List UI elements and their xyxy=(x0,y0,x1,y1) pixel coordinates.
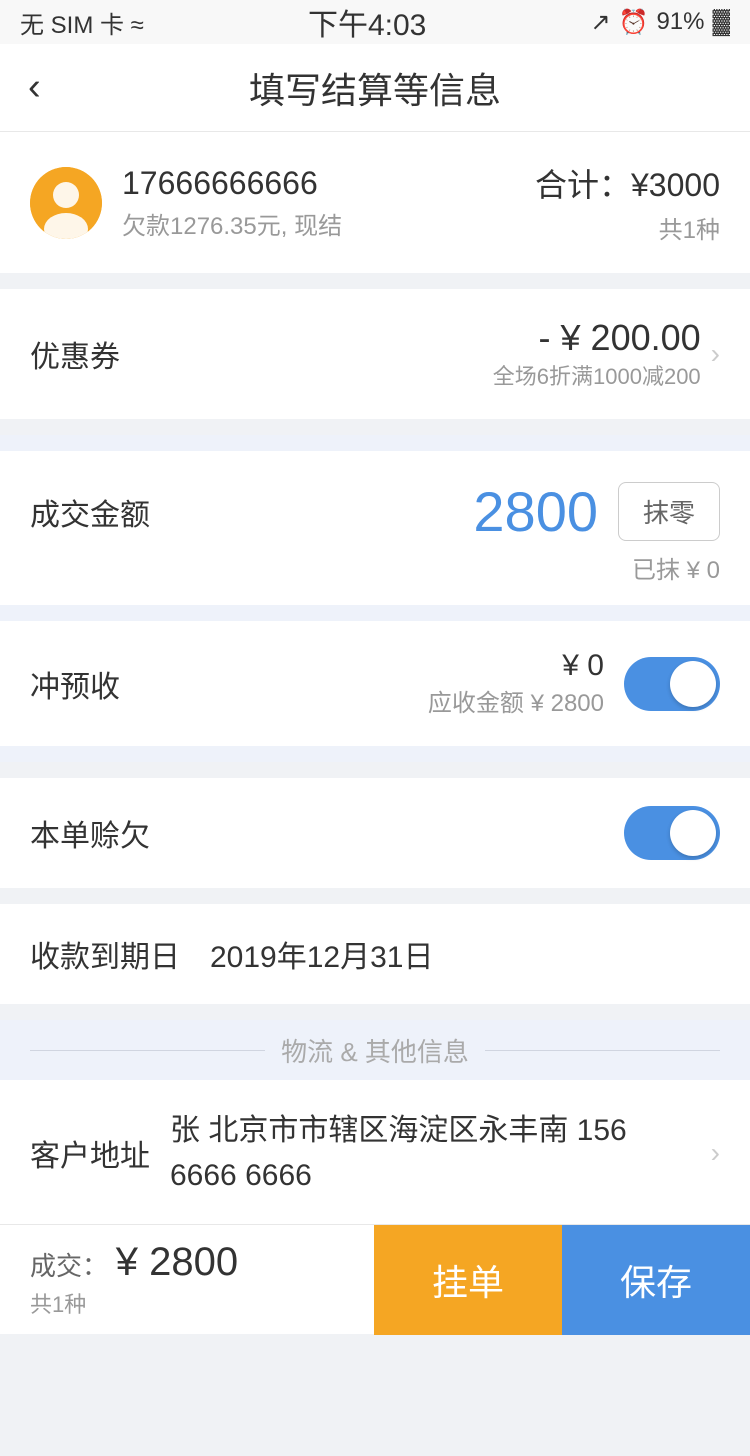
status-bar: 无 SIM 卡 ≈ 下午4:03 ↗ ⏰ 91% ▓ xyxy=(0,0,750,44)
deal-row: 成交金额 2800 抹零 xyxy=(30,479,720,544)
hang-button[interactable]: 挂单 xyxy=(374,1225,562,1335)
address-label: 客户地址 xyxy=(30,1131,150,1175)
precollect-amount: ¥ 0 xyxy=(428,649,604,683)
deal-label: 成交金额 xyxy=(30,490,150,534)
section-divider: 物流 & 其他信息 xyxy=(0,1020,750,1080)
avatar xyxy=(30,167,102,239)
customer-sub: 欠款1276.35元, 现结 xyxy=(122,206,342,241)
customer-left: 17666666666 欠款1276.35元, 现结 xyxy=(30,165,342,241)
coupon-row[interactable]: 优惠券 - ¥ 200.00 全场6折满1000减200 › xyxy=(0,289,750,419)
section-divider-text: 物流 & 其他信息 xyxy=(265,1032,485,1069)
precollect-section: 冲预收 ¥ 0 应收金额 ¥ 2800 xyxy=(0,621,750,746)
status-time: 下午4:03 xyxy=(308,0,426,44)
alarm-icon: ⏰ xyxy=(619,8,649,37)
precollect-row: 冲预收 ¥ 0 应收金额 ¥ 2800 xyxy=(30,649,720,718)
round-button[interactable]: 抹零 xyxy=(618,482,720,541)
chevron-right-icon: › xyxy=(711,338,720,370)
precollect-amount-row: ¥ 0 应收金额 ¥ 2800 xyxy=(428,649,720,718)
customer-phone: 17666666666 xyxy=(122,165,342,202)
duedate-value: 2019年12月31日 xyxy=(210,932,433,976)
back-button[interactable]: ‹ xyxy=(28,66,41,109)
deal-sub: 已抹 ¥ 0 xyxy=(30,550,720,585)
debt-row: 本单赊欠 xyxy=(30,806,720,860)
duedate-row: 收款到期日 2019年12月31日 xyxy=(30,932,720,976)
debt-section: 本单赊欠 xyxy=(0,778,750,888)
duedate-label: 收款到期日 xyxy=(30,932,180,976)
sim-status: 无 SIM 卡 ≈ xyxy=(20,5,144,40)
status-right: ↗ ⏰ 91% ▓ xyxy=(590,8,730,37)
deal-section: 成交金额 2800 抹零 已抹 ¥ 0 xyxy=(0,451,750,605)
debt-label: 本单赊欠 xyxy=(30,811,150,855)
precollect-right: ¥ 0 应收金额 ¥ 2800 xyxy=(428,649,720,718)
address-chevron-icon: › xyxy=(711,1137,720,1169)
bottom-bar: 成交： ¥ 2800 共1种 挂单 保存 xyxy=(0,1224,750,1334)
address-row: 客户地址 张 北京市市辖区海淀区永丰南 156 6666 6666 › xyxy=(30,1108,720,1198)
customer-right: 合计：¥3000 共1种 xyxy=(535,160,720,245)
nav-bar: ‹ 填写结算等信息 xyxy=(0,44,750,132)
bottom-deal-label: 成交： xyxy=(30,1251,108,1281)
battery-icon: ▓ xyxy=(713,8,731,36)
battery-level: 91% xyxy=(656,8,704,36)
total-amount: 合计：¥3000 xyxy=(535,160,720,206)
coupon-right: - ¥ 200.00 全场6折满1000减200 › xyxy=(493,317,720,391)
bottom-deal-row: 成交： ¥ 2800 xyxy=(30,1240,344,1285)
bottom-count: 共1种 xyxy=(30,1287,344,1319)
debt-toggle[interactable] xyxy=(624,806,720,860)
save-button[interactable]: 保存 xyxy=(562,1225,750,1335)
customer-card: 17666666666 欠款1276.35元, 现结 合计：¥3000 共1种 xyxy=(0,132,750,273)
total-count: 共1种 xyxy=(535,210,720,245)
precollect-sub: 应收金额 ¥ 2800 xyxy=(428,683,604,718)
precollect-label: 冲预收 xyxy=(30,662,120,706)
bottom-amount: ¥ 2800 xyxy=(116,1240,238,1284)
coupon-discount: - ¥ 200.00 xyxy=(493,317,701,359)
coupon-desc: 全场6折满1000减200 xyxy=(493,359,701,391)
address-value: 张 北京市市辖区海淀区永丰南 156 6666 6666 xyxy=(150,1108,711,1198)
location-icon: ↗ xyxy=(590,8,610,37)
precollect-toggle[interactable] xyxy=(624,657,720,711)
page-title: 填写结算等信息 xyxy=(249,62,501,114)
customer-info: 17666666666 欠款1276.35元, 现结 xyxy=(122,165,342,241)
bottom-info: 成交： ¥ 2800 共1种 xyxy=(0,1240,374,1319)
deal-amount: 2800 xyxy=(473,479,598,544)
coupon-label: 优惠券 xyxy=(30,332,120,376)
status-left: 无 SIM 卡 ≈ xyxy=(20,5,144,40)
deal-right: 2800 抹零 xyxy=(473,479,720,544)
duedate-section: 收款到期日 2019年12月31日 xyxy=(0,904,750,1004)
address-section[interactable]: 客户地址 张 北京市市辖区海淀区永丰南 156 6666 6666 › xyxy=(0,1080,750,1226)
